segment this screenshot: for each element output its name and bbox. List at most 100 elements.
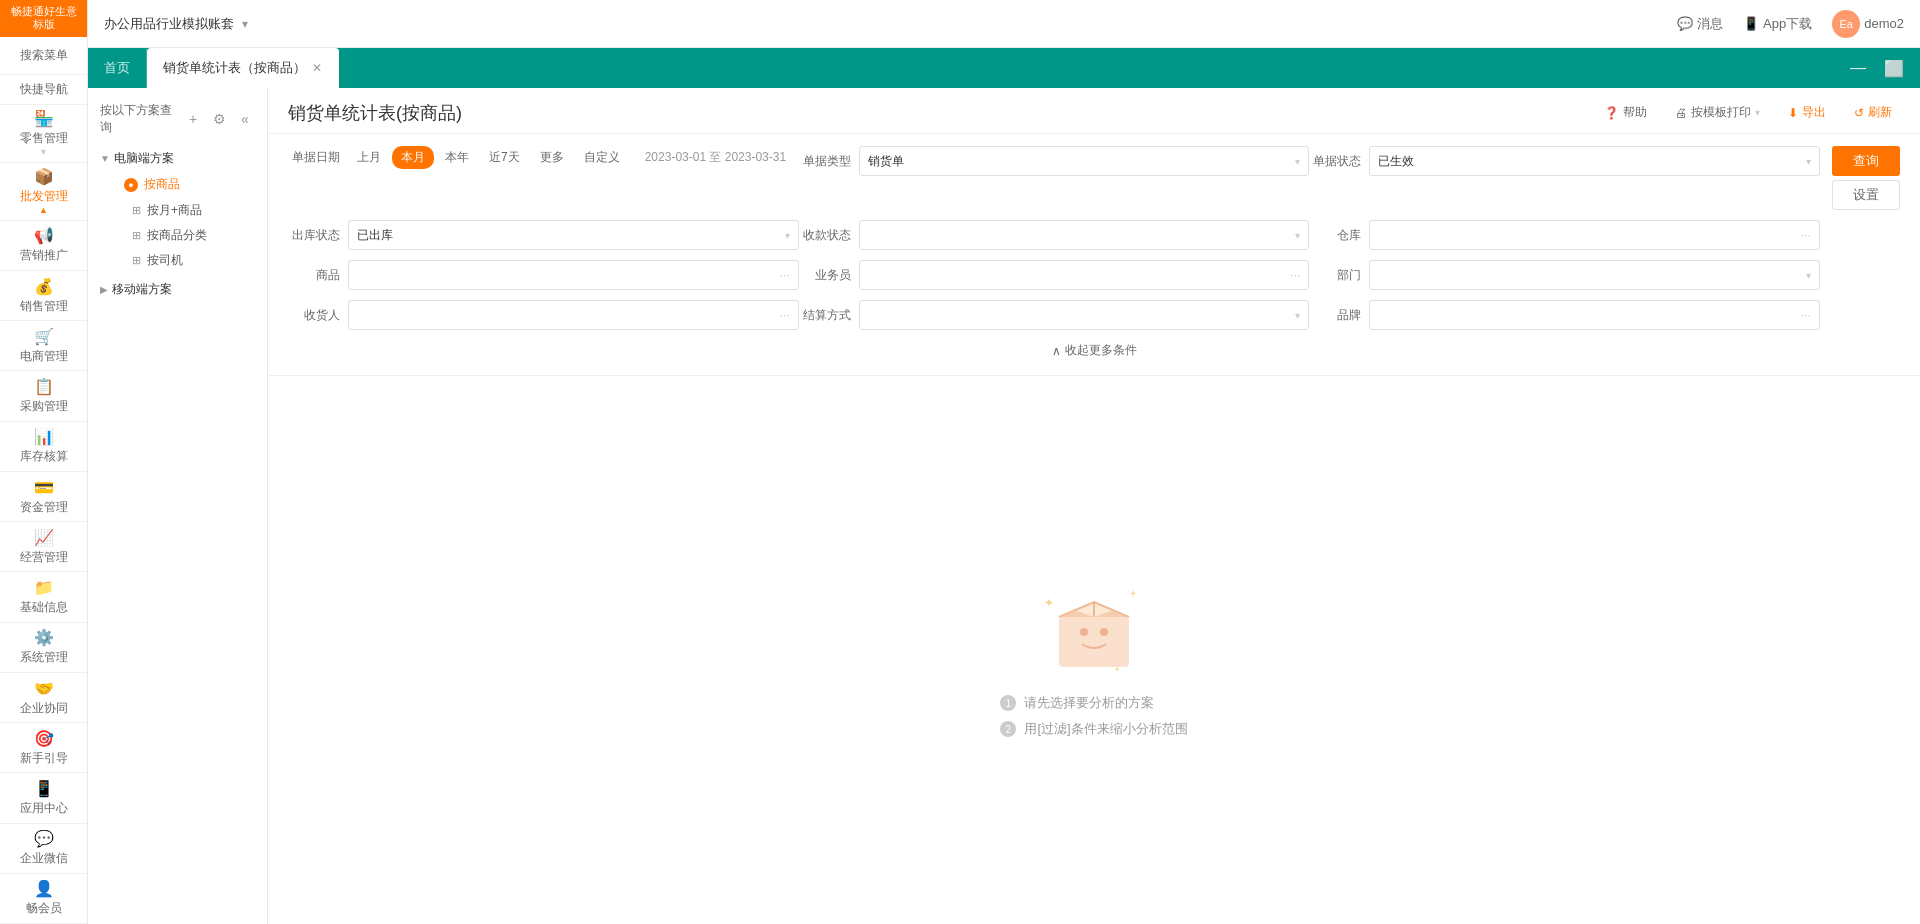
- salesperson-control[interactable]: ···: [859, 260, 1310, 290]
- warehouse-control[interactable]: ···: [1369, 220, 1820, 250]
- tip-number-2: 2: [1000, 721, 1016, 737]
- svg-point-1: [1080, 628, 1088, 636]
- collapse-conditions-btn[interactable]: ∧ 收起更多条件: [288, 336, 1900, 363]
- sidebar-item-label: 畅会员: [26, 900, 62, 917]
- message-btn[interactable]: 💬 消息: [1677, 15, 1723, 33]
- empty-tips: 1 请先选择要分析的方案 2 用[过滤]条件来缩小分析范围: [1000, 694, 1187, 738]
- print-btn[interactable]: 🖨 按模板打印 ▾: [1667, 100, 1768, 125]
- tab-maximize-btn[interactable]: ⬜: [1880, 54, 1908, 82]
- tip-text-1: 请先选择要分析的方案: [1024, 694, 1154, 712]
- brand-control[interactable]: ···: [1369, 300, 1820, 330]
- cooperation-icon: 🤝: [34, 679, 54, 698]
- date-tab-this-year[interactable]: 本年: [436, 146, 478, 169]
- sidebar-item-cooperation[interactable]: 🤝 企业协同: [0, 673, 87, 723]
- tab-report[interactable]: 销货单统计表（按商品） ✕: [147, 48, 339, 88]
- mobile-expand-icon: ▶: [100, 284, 108, 295]
- print-dropdown-icon: ▾: [1755, 107, 1760, 118]
- sidebar-item-system[interactable]: ⚙️ 系统管理: [0, 623, 87, 673]
- scheme-active-icon: ●: [124, 178, 138, 192]
- tab-home[interactable]: 首页: [88, 48, 147, 88]
- tab-close-icon[interactable]: ✕: [312, 61, 322, 75]
- warehouse-label: 仓库: [1309, 227, 1369, 244]
- scheme-by-month-product[interactable]: ⊞ 按月+商品: [96, 198, 259, 223]
- sidebar-item-wechat[interactable]: 💬 企业微信: [0, 824, 87, 874]
- message-label: 消息: [1697, 15, 1723, 33]
- sidebar-item-guide[interactable]: 🎯 新手引导: [0, 723, 87, 773]
- date-tab-more[interactable]: 更多: [531, 146, 573, 169]
- sidebar-item-purchase[interactable]: 📋 采购管理: [0, 371, 87, 421]
- scheme-by-product[interactable]: ● 按商品: [96, 171, 259, 198]
- search-menu[interactable]: 搜索菜单: [0, 37, 87, 75]
- pc-expand-icon: ▼: [100, 153, 110, 164]
- settings-button[interactable]: 设置: [1832, 180, 1900, 210]
- sidebar-item-basic[interactable]: 📁 基础信息: [0, 572, 87, 622]
- app-logo[interactable]: 畅捷通好生意 标版: [0, 0, 87, 37]
- department-control[interactable]: ▾: [1369, 260, 1820, 290]
- doc-status-label: 单据状态: [1309, 153, 1369, 170]
- empty-illustration: ✦ ✦ ✦: [1034, 562, 1154, 682]
- date-tabs: 上月 本月 本年 近7天 更多 自定义: [348, 146, 629, 169]
- sidebar-item-label: 系统管理: [20, 649, 68, 666]
- main-area: 办公用品行业模拟账套 ▾ 💬 消息 📱 App下载 Ea demo2 首页 销货…: [88, 0, 1920, 924]
- tab-minimize-btn[interactable]: —: [1844, 54, 1872, 82]
- doc-type-control[interactable]: 销货单 ▾: [859, 146, 1310, 176]
- payment-control[interactable]: ▾: [859, 300, 1310, 330]
- svg-rect-0: [1059, 617, 1129, 667]
- pc-category-header[interactable]: ▼ 电脑端方案: [96, 146, 259, 171]
- export-label: 导出: [1802, 104, 1826, 121]
- pc-category-label: 电脑端方案: [114, 150, 174, 167]
- operations-icon: 📈: [34, 528, 54, 547]
- sidebar-item-sales[interactable]: 💰 销售管理: [0, 271, 87, 321]
- quick-nav[interactable]: 快捷导航: [0, 75, 87, 105]
- sidebar-item-retail[interactable]: 🏪 零售管理 ▼: [0, 105, 87, 163]
- add-scheme-btn[interactable]: +: [183, 109, 203, 129]
- empty-tip-1: 1 请先选择要分析的方案: [1000, 694, 1187, 712]
- product-control[interactable]: ···: [348, 260, 799, 290]
- collapse-label: 收起更多条件: [1065, 342, 1137, 359]
- sidebar-item-appcenter[interactable]: 📱 应用中心: [0, 773, 87, 823]
- sidebar-item-finance[interactable]: 💳 资金管理: [0, 472, 87, 522]
- topbar-dropdown-icon[interactable]: ▾: [242, 17, 248, 31]
- main-content: 销货单统计表(按商品) ❓ 帮助 🖨 按模板打印 ▾ ⬇ 导出: [268, 88, 1920, 924]
- sidebar-item-marketing[interactable]: 📢 营销推广: [0, 221, 87, 271]
- brand-dots-icon: ···: [1801, 308, 1811, 322]
- mobile-category-header[interactable]: ▶ 移动端方案: [88, 277, 267, 302]
- edit-scheme-btn[interactable]: ⚙: [209, 109, 229, 129]
- scheme-by-cashier[interactable]: ⊞ 按司机: [96, 248, 259, 273]
- sidebar-item-wholesale[interactable]: 📦 批发管理 ▲: [0, 163, 87, 221]
- collapse-panel-btn[interactable]: «: [235, 109, 255, 129]
- out-status-control[interactable]: 已出库 ▾: [348, 220, 799, 250]
- system-icon: ⚙️: [34, 628, 54, 647]
- sidebar-item-member[interactable]: 👤 畅会员: [0, 874, 87, 924]
- help-btn[interactable]: ❓ 帮助: [1596, 100, 1655, 125]
- tabbar: 首页 销货单统计表（按商品） ✕ — ⬜: [88, 48, 1920, 88]
- print-label: 按模板打印: [1691, 104, 1751, 121]
- sidebar-item-inventory[interactable]: 📊 库存核算: [0, 422, 87, 472]
- receive-status-control[interactable]: ▾: [859, 220, 1310, 250]
- date-tab-last-month[interactable]: 上月: [348, 146, 390, 169]
- filter-panel: 按以下方案查询 + ⚙ « ▼ 电脑端方案 ● 按商品 ⊞ 按月+商品: [88, 88, 268, 924]
- export-btn[interactable]: ⬇ 导出: [1780, 100, 1834, 125]
- sidebar-item-ecommerce[interactable]: 🛒 电商管理: [0, 321, 87, 371]
- user-menu[interactable]: Ea demo2: [1832, 10, 1904, 38]
- doc-status-control[interactable]: 已生效 ▾: [1369, 146, 1820, 176]
- expand-icon: ▼: [39, 147, 48, 157]
- date-tab-this-month[interactable]: 本月: [392, 146, 434, 169]
- sidebar-item-label: 销售管理: [20, 298, 68, 315]
- scheme-by-product-category[interactable]: ⊞ 按商品分类: [96, 223, 259, 248]
- salesperson-dots-icon: ···: [1290, 268, 1300, 282]
- department-label: 部门: [1309, 267, 1369, 284]
- grid-icon-2: ⊞: [132, 229, 141, 242]
- app-download-btn[interactable]: 📱 App下载: [1743, 15, 1812, 33]
- sidebar-item-label: 企业微信: [20, 850, 68, 867]
- consignee-control[interactable]: ···: [348, 300, 799, 330]
- empty-state: ✦ ✦ ✦ 1 请先选择要分析的方案 2 用[过滤]条件来缩小分析范围: [268, 376, 1920, 924]
- sidebar-item-operations[interactable]: 📈 经营管理: [0, 522, 87, 572]
- query-button[interactable]: 查询: [1832, 146, 1900, 176]
- refresh-btn[interactable]: ↺ 刷新: [1846, 100, 1900, 125]
- date-tab-custom[interactable]: 自定义: [575, 146, 629, 169]
- user-name: demo2: [1864, 16, 1904, 31]
- content-body: 按以下方案查询 + ⚙ « ▼ 电脑端方案 ● 按商品 ⊞ 按月+商品: [88, 88, 1920, 924]
- date-tab-7days[interactable]: 近7天: [480, 146, 529, 169]
- sales-icon: 💰: [34, 277, 54, 296]
